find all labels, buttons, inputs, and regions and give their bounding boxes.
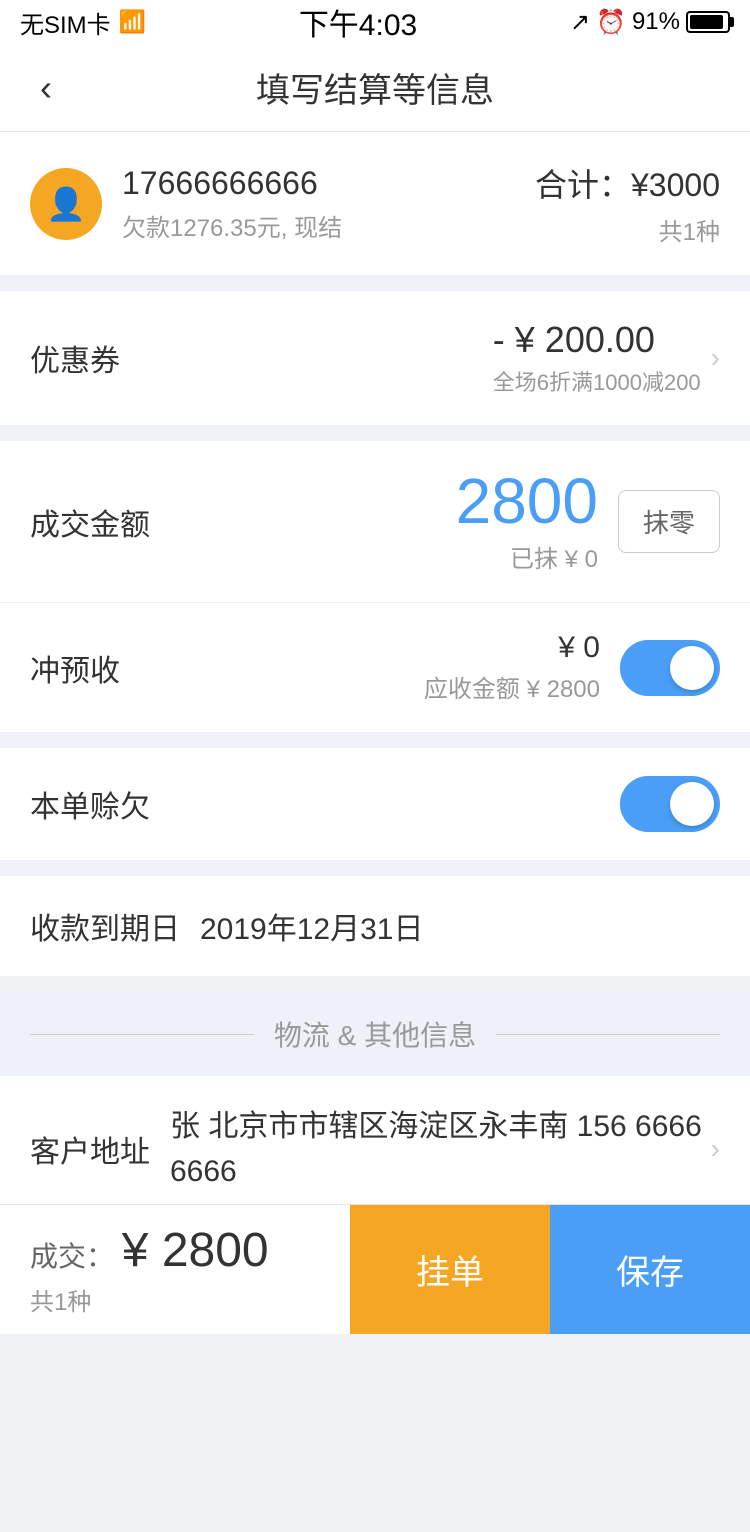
prereceive-toggle[interactable]: [620, 640, 720, 696]
amount-sub: 已抹 ¥ 0: [456, 539, 598, 574]
address-label: 客户地址: [30, 1127, 150, 1171]
logistics-header: 物流 & 其他信息: [0, 992, 750, 1076]
coupon-label: 优惠券: [30, 336, 120, 380]
bottom-count: 共1种: [30, 1282, 320, 1317]
hang-order-button[interactable]: 挂单: [350, 1205, 550, 1334]
status-bar: 无SIM卡 📶 下午4:03 ↗ ⏰ 91%: [0, 0, 750, 44]
amount-right: 2800 已抹 ¥ 0 抹零: [456, 469, 720, 574]
bottom-summary: 成交： ¥ 2800 共1种: [0, 1223, 350, 1317]
total-amount: 合计：¥3000: [535, 160, 720, 206]
chevron-right-icon: ›: [711, 342, 720, 374]
customer-info: 17666666666 欠款1276.35元, 现结: [122, 165, 342, 243]
transaction-label: 成交金额: [30, 500, 150, 544]
logistics-line-right: [496, 1034, 720, 1035]
coupon-desc: 全场6折满1000减200: [493, 365, 701, 397]
prereceive-value: ¥ 0: [424, 631, 600, 665]
time-display: 下午4:03: [299, 0, 417, 44]
customer-right: 合计：¥3000 共1种: [535, 160, 720, 247]
total-count: 共1种: [535, 212, 720, 247]
customer-left: 👤 17666666666 欠款1276.35元, 现结: [30, 165, 342, 243]
bottom-amount: ¥ 2800: [122, 1224, 269, 1277]
customer-debt: 欠款1276.35元, 现结: [122, 208, 342, 243]
arrears-toggle[interactable]: [620, 776, 720, 832]
status-left: 无SIM卡 📶: [20, 5, 146, 40]
avatar: 👤: [30, 168, 102, 240]
save-button[interactable]: 保存: [550, 1205, 750, 1334]
logistics-line-left: [30, 1034, 254, 1035]
duedate-value: 2019年12月31日: [200, 904, 423, 948]
duedate-label: 收款到期日: [30, 904, 180, 948]
prereceive-row: 冲预收 ¥ 0 应收金额 ¥ 2800: [0, 603, 750, 732]
battery-text: 91%: [632, 8, 680, 36]
address-row[interactable]: 客户地址 张 北京市市辖区海淀区永丰南 156 6666 6666 ›: [0, 1076, 750, 1222]
status-right: ↗ ⏰ 91%: [570, 8, 730, 37]
page-title: 填写结算等信息: [256, 63, 494, 112]
avatar-icon: 👤: [46, 185, 86, 223]
duedate-row: 收款到期日 2019年12月31日: [0, 876, 750, 976]
prereceive-amount: ¥ 0 应收金额 ¥ 2800: [424, 631, 600, 704]
carrier-text: 无SIM卡: [20, 5, 111, 40]
arrears-row: 本单赊欠: [0, 748, 750, 860]
prereceive-sub: 应收金额 ¥ 2800: [424, 669, 600, 704]
back-button[interactable]: ‹: [30, 57, 62, 119]
round-zero-button[interactable]: 抹零: [618, 490, 720, 553]
arrears-label: 本单赊欠: [30, 782, 150, 826]
customer-card: 👤 17666666666 欠款1276.35元, 现结 合计：¥3000 共1…: [0, 132, 750, 275]
address-chevron-icon: ›: [711, 1133, 720, 1165]
coupon-discount: - ¥ 200.00: [493, 319, 701, 361]
transaction-amount: 2800: [456, 469, 598, 533]
transaction-section: 成交金额 2800 已抹 ¥ 0 抹零 冲预收 ¥ 0 应收金额 ¥ 2800: [0, 441, 750, 732]
bottom-deal-label: 成交：: [30, 1241, 114, 1272]
nav-bar: ‹ 填写结算等信息: [0, 44, 750, 132]
amount-row: 成交金额 2800 已抹 ¥ 0 抹零: [0, 441, 750, 603]
prereceive-label: 冲预收: [30, 646, 120, 690]
prereceive-right: ¥ 0 应收金额 ¥ 2800: [424, 631, 720, 704]
battery-icon: [686, 11, 730, 33]
coupon-right: - ¥ 200.00 全场6折满1000减200 ›: [493, 319, 720, 397]
bottom-deal-row: 成交： ¥ 2800: [30, 1223, 320, 1278]
alarm-icon: ⏰: [596, 8, 626, 37]
coupon-row[interactable]: 优惠券 - ¥ 200.00 全场6折满1000减200 ›: [0, 291, 750, 425]
logistics-title: 物流 & 其他信息: [274, 1014, 476, 1054]
location-icon: ↗: [570, 8, 590, 37]
bottom-buttons: 挂单 保存: [350, 1205, 750, 1334]
customer-phone: 17666666666: [122, 165, 342, 202]
address-value: 张 北京市市辖区海淀区永丰南 156 6666 6666: [170, 1104, 711, 1194]
wifi-icon: 📶: [119, 9, 146, 35]
bottom-bar: 成交： ¥ 2800 共1种 挂单 保存: [0, 1204, 750, 1334]
